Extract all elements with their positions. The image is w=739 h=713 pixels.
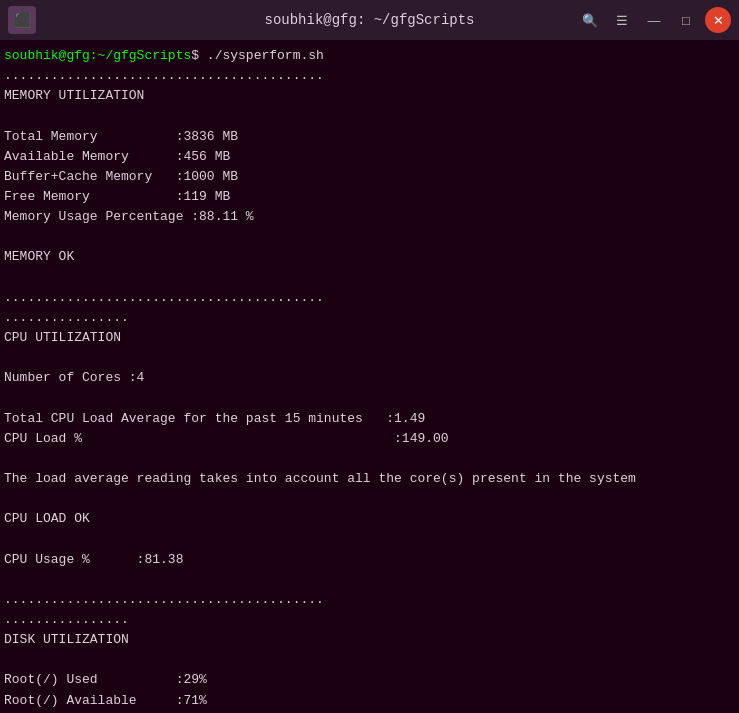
titlebar: ⬛ soubhik@gfg: ~/gfgScripts 🔍 ☰ — □ ✕ [0,0,739,40]
root-avail-line: Root(/) Available :71% [4,693,207,708]
titlebar-title: soubhik@gfg: ~/gfgScripts [264,12,474,28]
total-memory-line: Total Memory :3836 MB [4,129,238,144]
memory-ok-line: MEMORY OK [4,249,74,264]
search-button[interactable]: 🔍 [577,7,603,33]
buffer-cache-line: Buffer+Cache Memory :1000 MB [4,169,238,184]
maximize-button[interactable]: □ [673,7,699,33]
dots-line-4: ........................................… [4,592,324,607]
cpu-load-ok-line: CPU LOAD OK [4,511,90,526]
memory-utilization-header: MEMORY UTILIZATION [4,88,144,103]
memory-usage-line: Memory Usage Percentage :88.11 % [4,209,254,224]
menu-button[interactable]: ☰ [609,7,635,33]
disk-utilization-header: DISK UTILIZATION [4,632,129,647]
free-memory-line: Free Memory :119 MB [4,189,230,204]
prompt-text-1: soubhik@gfg:~/gfgScripts [4,48,191,63]
dots-line-1: ........................................… [4,68,324,83]
dots-line-5: ................ [4,612,129,627]
cpu-load-avg-line: Total CPU Load Average for the past 15 m… [4,411,425,426]
dots-line-2: ........................................… [4,290,324,305]
cpu-load-pct-line: CPU Load % :149.00 [4,431,449,446]
minimize-button[interactable]: — [641,7,667,33]
command-text: $ ./sysperform.sh [191,48,324,63]
terminal-icon: ⬛ [8,6,36,34]
prompt-line1: soubhik@gfg:~/gfgScripts$ ./sysperform.s… [4,48,324,63]
cpu-usage-line: CPU Usage % :81.38 [4,552,183,567]
available-memory-line: Available Memory :456 MB [4,149,230,164]
root-used-line: Root(/) Used :29% [4,672,207,687]
dots-line-3: ................ [4,310,129,325]
terminal-body: soubhik@gfg:~/gfgScripts$ ./sysperform.s… [0,40,739,713]
close-button[interactable]: ✕ [705,7,731,33]
titlebar-controls: 🔍 ☰ — □ ✕ [577,7,731,33]
num-cores-line: Number of Cores :4 [4,370,144,385]
cpu-utilization-header: CPU UTILIZATION [4,330,121,345]
cpu-note-line: The load average reading takes into acco… [4,471,636,486]
